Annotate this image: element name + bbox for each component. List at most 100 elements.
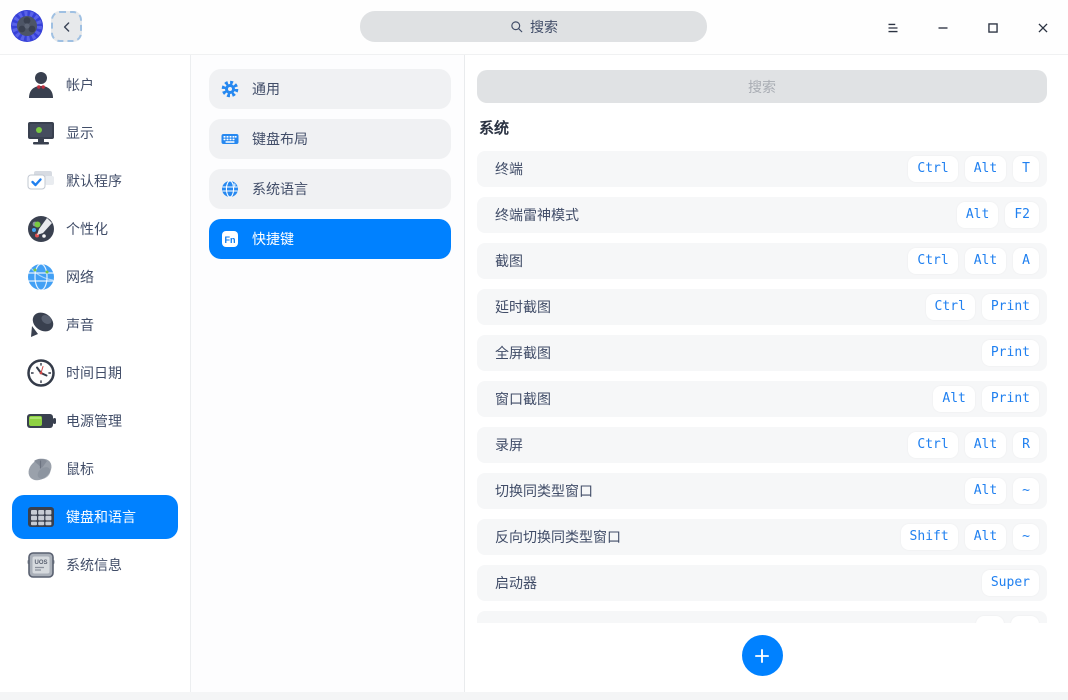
gear-icon: [220, 79, 240, 99]
key-badge: Alt: [957, 202, 998, 228]
sidebar-item-network[interactable]: 网络: [12, 253, 178, 301]
key-badge: ~: [1013, 524, 1039, 550]
sidebar-item-system-info[interactable]: 系统信息: [12, 541, 178, 589]
shortcut-row[interactable]: 终端 CtrlAltT: [477, 151, 1047, 187]
shortcut-search-placeholder: 搜索: [748, 77, 776, 97]
subnav: 通用 键盘布局 系统语言 快捷键: [191, 55, 465, 700]
maximize-button[interactable]: [982, 17, 1004, 39]
shortcut-row[interactable]: 切换同类型窗口 Alt~: [477, 473, 1047, 509]
sidebar-item-display[interactable]: 显示: [12, 109, 178, 157]
key-badge: Print: [982, 294, 1039, 320]
shortcut-label: 全屏截图: [495, 343, 551, 363]
shortcut-row[interactable]: 延时截图 Ctrl Print: [477, 289, 1047, 325]
subnav-item-fn[interactable]: 快捷键: [209, 219, 451, 259]
shortcut-row[interactable]: 全屏截图 Print: [477, 335, 1047, 371]
sidebar-item-keyboard[interactable]: 键盘和语言: [12, 495, 178, 539]
user-icon: [24, 68, 58, 102]
subnav-item-label: 快捷键: [252, 229, 294, 249]
footer: [477, 635, 1047, 676]
sidebar-item-default-apps[interactable]: 默认程序: [12, 157, 178, 205]
subnav-item-label: 键盘布局: [252, 129, 308, 149]
sidebar-item-label: 电源管理: [66, 411, 122, 431]
shortcut-row[interactable]: 窗口截图 AltPrint: [477, 381, 1047, 417]
shortcut-label: 终端: [495, 159, 523, 179]
fn-icon: [220, 229, 240, 249]
key-badge: F2: [1005, 202, 1039, 228]
sidebar-item-label: 系统信息: [66, 555, 122, 575]
shortcut-row[interactable]: 录屏 CtrlAltR: [477, 427, 1047, 463]
sidebar-item-label: 个性化: [66, 219, 108, 239]
window-bottom-edge: [0, 692, 1068, 700]
shortcut-search-input[interactable]: 搜索: [477, 70, 1047, 103]
shortcut-list: 终端 CtrlAltT 终端雷神模式 AltF2 截图 CtrlAltA 延时截…: [477, 151, 1047, 623]
close-button[interactable]: [1032, 17, 1054, 39]
menu-button[interactable]: [882, 17, 904, 39]
back-icon: [59, 19, 75, 35]
default-apps-icon: [24, 164, 58, 198]
titlebar-search-input[interactable]: 搜索: [360, 11, 707, 42]
shortcut-label: 截图: [495, 251, 523, 271]
sidebar-item-label: 网络: [66, 267, 94, 287]
shortcut-keys: Alt F2: [957, 202, 1039, 228]
datetime-icon: [24, 356, 58, 390]
shortcuts-panel: 搜索 系统 终端 CtrlAltT 终端雷神模式 AltF2 截图 CtrlAl…: [465, 55, 1068, 700]
shortcut-row[interactable]: 反向切换同类型窗口 ShiftAlt~: [477, 519, 1047, 555]
key-badge: Ctrl: [926, 294, 975, 320]
power-icon: [24, 404, 58, 438]
sidebar-item-datetime[interactable]: 时间日期: [12, 349, 178, 397]
system-info-icon: [24, 548, 58, 582]
shortcut-keys: Super: [982, 570, 1039, 596]
subnav-item-language-globe[interactable]: 系统语言: [209, 169, 451, 209]
keyboard-icon: [24, 500, 58, 534]
shortcut-label: 终端雷神模式: [495, 205, 579, 225]
sidebar-item-label: 声音: [66, 315, 94, 335]
sidebar-item-power[interactable]: 电源管理: [12, 397, 178, 445]
titlebar-search-placeholder: 搜索: [530, 17, 558, 37]
sidebar-item-user[interactable]: 帐户: [12, 61, 178, 109]
key-badge: Alt: [965, 248, 1006, 274]
shortcut-row[interactable]: 终端雷神模式 Alt F2: [477, 197, 1047, 233]
key-badge: Shift: [901, 524, 958, 550]
key-badge: Ctrl: [908, 248, 957, 274]
subnav-item-gear[interactable]: 通用: [209, 69, 451, 109]
key-badge: Alt: [965, 432, 1006, 458]
shortcut-keys: AltPrint: [933, 386, 1039, 412]
sidebar-item-label: 鼠标: [66, 459, 94, 479]
sidebar-item-personalization[interactable]: 个性化: [12, 205, 178, 253]
personalization-icon: [24, 212, 58, 246]
key-badge: Super: [982, 570, 1039, 596]
key-badge: Alt: [933, 386, 974, 412]
shortcut-label: 录屏: [495, 435, 523, 455]
sidebar-item-sound[interactable]: 声音: [12, 301, 178, 349]
shortcut-keys: Ctrl Print: [926, 294, 1039, 320]
back-button[interactable]: [51, 11, 82, 42]
key-badge: Alt: [965, 524, 1006, 550]
shortcut-row[interactable]: 截图 CtrlAltA: [477, 243, 1047, 279]
shortcut-row[interactable]: 启动器 Super: [477, 565, 1047, 601]
shortcut-row[interactable]: [477, 611, 1047, 623]
subnav-item-label: 系统语言: [252, 179, 308, 199]
body: 帐户 显示 默认程序 个性化 网络 声音 时间日期 电源管理 鼠标 键盘和语言 …: [0, 55, 1068, 700]
shortcut-label: 延时截图: [495, 297, 551, 317]
search-icon: [509, 19, 524, 34]
key-badge: Ctrl: [908, 156, 957, 182]
minimize-button[interactable]: [932, 17, 954, 39]
section-title: 系统: [479, 117, 1047, 138]
sidebar-item-label: 显示: [66, 123, 94, 143]
subnav-item-keyboard-layout[interactable]: 键盘布局: [209, 119, 451, 159]
shortcut-keys: Alt~: [965, 478, 1039, 504]
key-badge: T: [1013, 156, 1039, 182]
shortcut-label: 启动器: [495, 573, 537, 593]
add-shortcut-button[interactable]: [742, 635, 783, 676]
close-icon: [1034, 19, 1052, 37]
shortcut-keys: CtrlAltT: [908, 156, 1039, 182]
sidebar: 帐户 显示 默认程序 个性化 网络 声音 时间日期 电源管理 鼠标 键盘和语言 …: [0, 55, 191, 700]
sound-icon: [24, 308, 58, 342]
sidebar-item-mouse[interactable]: 鼠标: [12, 445, 178, 493]
sidebar-item-label: 时间日期: [66, 363, 122, 383]
shortcut-keys: CtrlAltA: [908, 248, 1039, 274]
key-badge: Alt: [965, 478, 1006, 504]
language-globe-icon: [220, 179, 240, 199]
network-icon: [24, 260, 58, 294]
sidebar-item-label: 默认程序: [66, 171, 122, 191]
